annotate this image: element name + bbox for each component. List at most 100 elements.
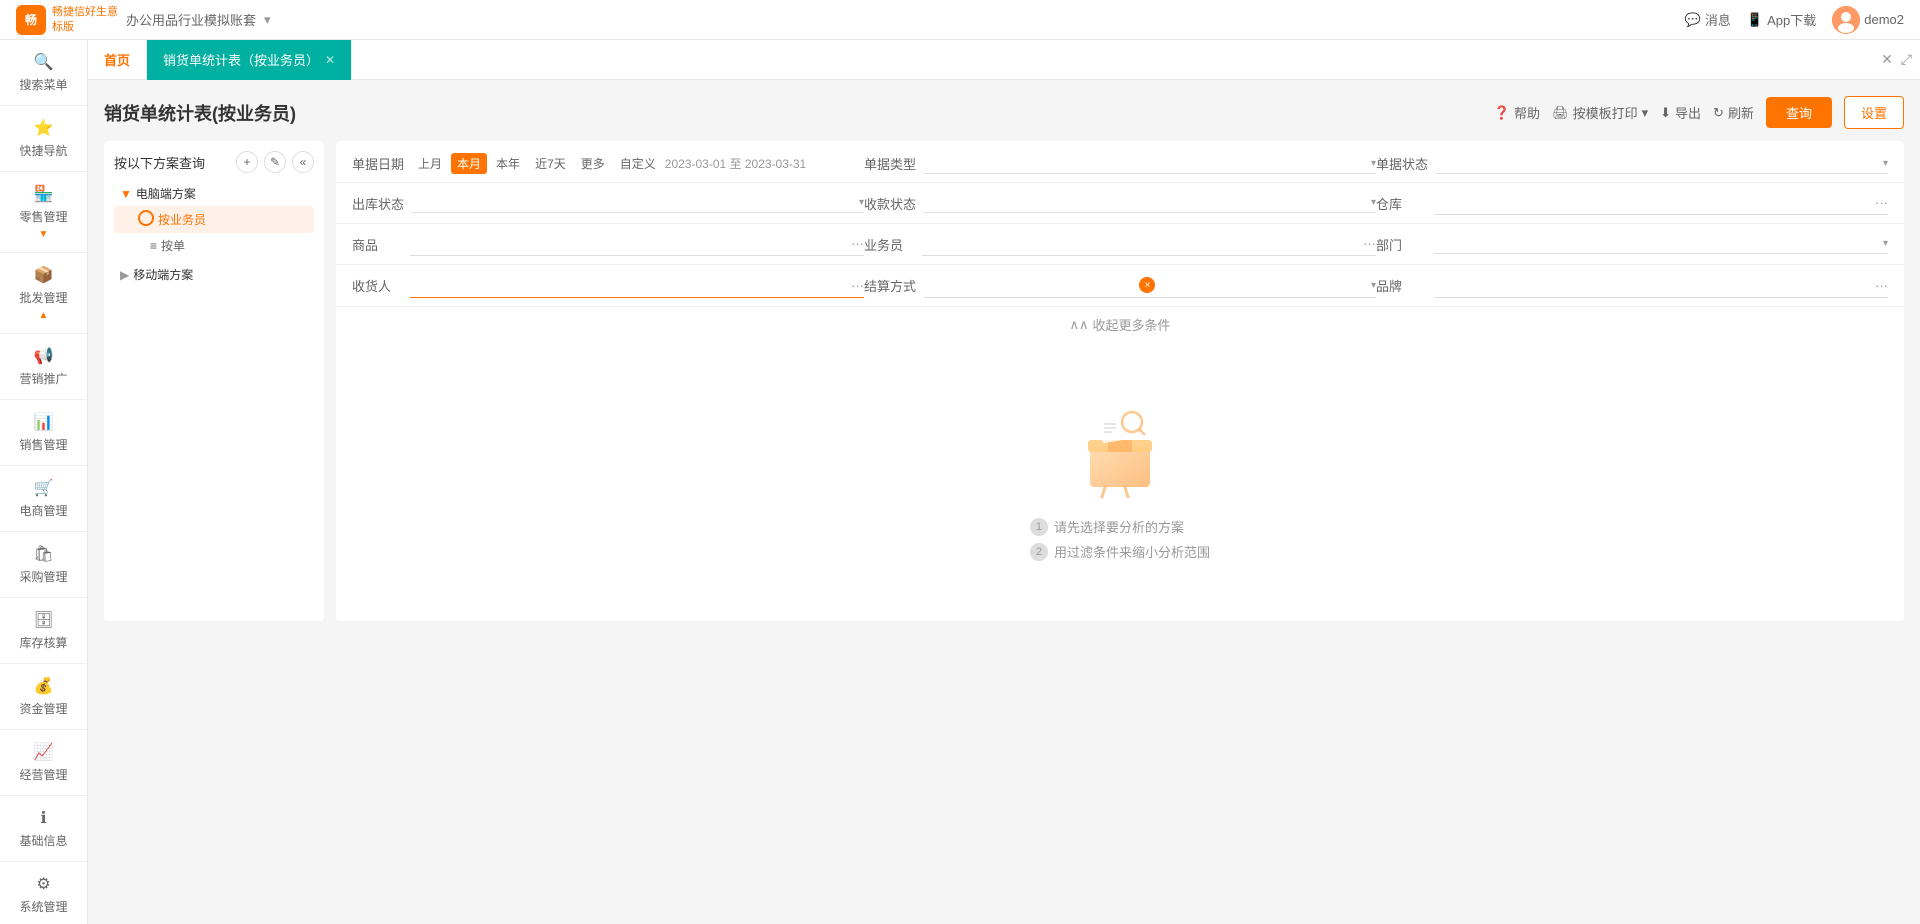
date-btn-7days[interactable]: 近7天 xyxy=(529,153,572,174)
tree-item-by-salesperson[interactable]: 按业务员 xyxy=(114,206,314,233)
salesperson-dropdown[interactable]: ··· xyxy=(922,236,1376,251)
product-label: 商品 xyxy=(352,235,402,254)
message-btn[interactable]: 💬 消息 xyxy=(1685,10,1731,29)
warehouse-dropdown[interactable]: ··· xyxy=(1434,195,1888,210)
product-control[interactable]: ··· xyxy=(410,232,864,256)
page-actions: ❓ 帮助 🖨 按模板打印 ▾ ⬇ 导出 ↻ xyxy=(1494,96,1904,129)
sidebar-item-marketing[interactable]: 📢 营销推广 xyxy=(0,334,87,400)
top-bar: 畅 畅捷信好生意 标版 办公用品行业模拟账套 ▾ 💬 消息 📱 App下载 xyxy=(0,0,1920,40)
sidebar-item-label: 营销推广 xyxy=(19,370,67,387)
breadcrumb-dropdown[interactable]: 办公用品行业模拟账套 xyxy=(126,10,256,29)
refresh-btn[interactable]: ↻ 刷新 xyxy=(1713,103,1754,122)
payment-method-clear-btn[interactable]: × xyxy=(1139,277,1155,293)
tab-close-all-btn[interactable]: ✕ xyxy=(1881,51,1893,68)
pay-status-control[interactable]: ▾ xyxy=(924,193,1376,213)
tab-home[interactable]: 首页 xyxy=(88,40,147,80)
quick-nav-icon: ⭐ xyxy=(34,118,54,138)
consignee-dots-icon: ··· xyxy=(851,278,864,293)
filter-item-date: 单据日期 上月 本月 本年 近7天 更多 自定义 2023-03-01 至 20… xyxy=(352,153,864,174)
date-btn-this-year[interactable]: 本年 xyxy=(490,153,526,174)
sidebar-item-sales-mgmt[interactable]: 📊 销售管理 xyxy=(0,400,87,466)
date-btn-this-month[interactable]: 本月 xyxy=(451,153,487,174)
out-status-control[interactable]: ▾ xyxy=(412,193,864,213)
help-btn[interactable]: ❓ 帮助 xyxy=(1494,103,1540,122)
product-dropdown[interactable]: ··· xyxy=(410,236,864,251)
tree-sub-item-by-order[interactable]: ≡ 按单 xyxy=(114,233,314,258)
sidebar-item-purchase-mgmt[interactable]: 🛍 采购管理 xyxy=(0,532,87,598)
consignee-label: 收货人 xyxy=(352,276,402,295)
filter-row-2: 出库状态 ▾ 收款状态 xyxy=(336,183,1904,224)
filter-item-consignee: 收货人 ··· xyxy=(352,273,864,298)
doc-status-label: 单据状态 xyxy=(1376,154,1428,173)
tree-group-pc: ▼ 电脑端方案 按业务员 ≡ xyxy=(114,181,314,258)
export-btn[interactable]: ⬇ 导出 xyxy=(1660,103,1701,122)
settings-button[interactable]: 设置 xyxy=(1844,96,1904,129)
avatar xyxy=(1832,6,1860,34)
sidebar-item-finance-mgmt[interactable]: 💰 资金管理 xyxy=(0,664,87,730)
pay-status-dropdown[interactable]: ▾ xyxy=(924,197,1376,208)
tab-sales-stat[interactable]: 销货单统计表（按业务员） ✕ xyxy=(147,40,352,80)
tab-bar: 首页 销货单统计表（按业务员） ✕ ✕ ⤢ xyxy=(88,40,1920,80)
dept-control[interactable]: ▾ xyxy=(1434,234,1888,254)
doc-type-arrow-icon: ▾ xyxy=(1371,158,1376,169)
sidebar: 🔍 搜索菜单 ⭐ 快捷导航 🏪 零售管理 ▼ 📦 批发管理 ▲ 📢 营销推广 xyxy=(0,40,88,924)
consignee-control[interactable]: ··· xyxy=(410,274,864,298)
sidebar-item-retail-mgmt[interactable]: 🏪 零售管理 ▼ xyxy=(0,172,87,253)
app-download-btn[interactable]: 📱 App下载 xyxy=(1747,10,1816,29)
payment-method-control[interactable]: × ▾ xyxy=(924,273,1376,298)
doc-status-dropdown[interactable]: ▾ xyxy=(1436,158,1888,169)
date-btn-more[interactable]: 更多 xyxy=(575,153,611,174)
scheme-collapse-btn[interactable]: « xyxy=(292,151,314,173)
date-btn-last-month[interactable]: 上月 xyxy=(412,153,448,174)
date-label: 单据日期 xyxy=(352,154,404,173)
main-area: 🔍 搜索菜单 ⭐ 快捷导航 🏪 零售管理 ▼ 📦 批发管理 ▲ 📢 营销推广 xyxy=(0,40,1920,924)
sidebar-item-label: 资金管理 xyxy=(19,700,67,717)
salesperson-scheme-icon xyxy=(138,210,154,229)
pc-group-label: 电脑端方案 xyxy=(136,185,196,202)
brand-control[interactable]: ··· xyxy=(1434,274,1888,298)
scheme-edit-btn[interactable]: ✎ xyxy=(264,151,286,173)
sidebar-item-ecomm-mgmt[interactable]: 🛒 电商管理 xyxy=(0,466,87,532)
filter-form: 单据日期 上月 本月 本年 近7天 更多 自定义 2023-03-01 至 20… xyxy=(336,141,1904,342)
user-area[interactable]: demo2 xyxy=(1832,6,1904,34)
sidebar-item-search-menu[interactable]: 🔍 搜索菜单 xyxy=(0,40,87,106)
out-status-dropdown[interactable]: ▾ xyxy=(412,197,864,208)
payment-method-label: 结算方式 xyxy=(864,276,916,295)
sidebar-item-wholesale-mgmt[interactable]: 📦 批发管理 ▲ xyxy=(0,253,87,334)
tab-expand-btn[interactable]: ⤢ xyxy=(1901,51,1912,68)
scheme-add-btn[interactable]: + xyxy=(236,151,258,173)
query-button[interactable]: 查询 xyxy=(1766,97,1832,128)
sidebar-item-sys-mgmt[interactable]: ⚙ 系统管理 xyxy=(0,862,87,924)
date-btn-custom[interactable]: 自定义 xyxy=(614,153,662,174)
collapse-more-conditions-btn[interactable]: ∧∧ 收起更多条件 xyxy=(336,307,1904,342)
empty-state: 1 请先选择要分析的方案 2 用过滤条件来缩小分析范围 xyxy=(336,342,1904,621)
sidebar-item-ops-mgmt[interactable]: 📈 经营管理 xyxy=(0,730,87,796)
tab-close-btn[interactable]: ✕ xyxy=(325,53,335,67)
template-print-btn[interactable]: 🖨 按模板打印 ▾ xyxy=(1552,103,1648,122)
warehouse-control[interactable]: ··· xyxy=(1434,191,1888,215)
brand-dropdown[interactable]: ··· xyxy=(1434,278,1888,293)
sidebar-item-inventory[interactable]: 🗄 库存核算 xyxy=(0,598,87,664)
scheme-header: 按以下方案查询 + ✎ « xyxy=(114,151,314,173)
avatar-image xyxy=(1832,6,1860,34)
top-bar-left: 畅 畅捷信好生意 标版 办公用品行业模拟账套 ▾ xyxy=(16,5,271,35)
tree-group-mobile-header[interactable]: ▶ 移动端方案 xyxy=(114,262,314,287)
order-scheme-icon: ≡ xyxy=(150,239,157,253)
filter-item-pay-status: 收款状态 ▾ xyxy=(864,191,1376,215)
dept-label: 部门 xyxy=(1376,235,1426,254)
two-panel: 按以下方案查询 + ✎ « ▼ xyxy=(104,141,1904,621)
dept-dropdown[interactable]: ▾ xyxy=(1434,238,1888,249)
salesperson-control[interactable]: ··· xyxy=(922,232,1376,256)
page-title: 销货单统计表(按业务员) xyxy=(104,100,296,126)
sidebar-item-quick-nav[interactable]: ⭐ 快捷导航 xyxy=(0,106,87,172)
consignee-input[interactable] xyxy=(410,278,851,293)
doc-type-control[interactable]: ▾ xyxy=(924,154,1376,174)
payment-method-dropdown[interactable]: × ▾ xyxy=(924,277,1376,293)
tree-group-pc-header[interactable]: ▼ 电脑端方案 xyxy=(114,181,314,206)
home-tab-label: 首页 xyxy=(104,50,130,69)
doc-type-dropdown[interactable]: ▾ xyxy=(924,158,1376,169)
sidebar-item-basic-info[interactable]: ℹ 基础信息 xyxy=(0,796,87,862)
sidebar-item-label: 采购管理 xyxy=(19,568,67,585)
filter-item-out-status: 出库状态 ▾ xyxy=(352,191,864,215)
doc-status-control[interactable]: ▾ xyxy=(1436,154,1888,174)
